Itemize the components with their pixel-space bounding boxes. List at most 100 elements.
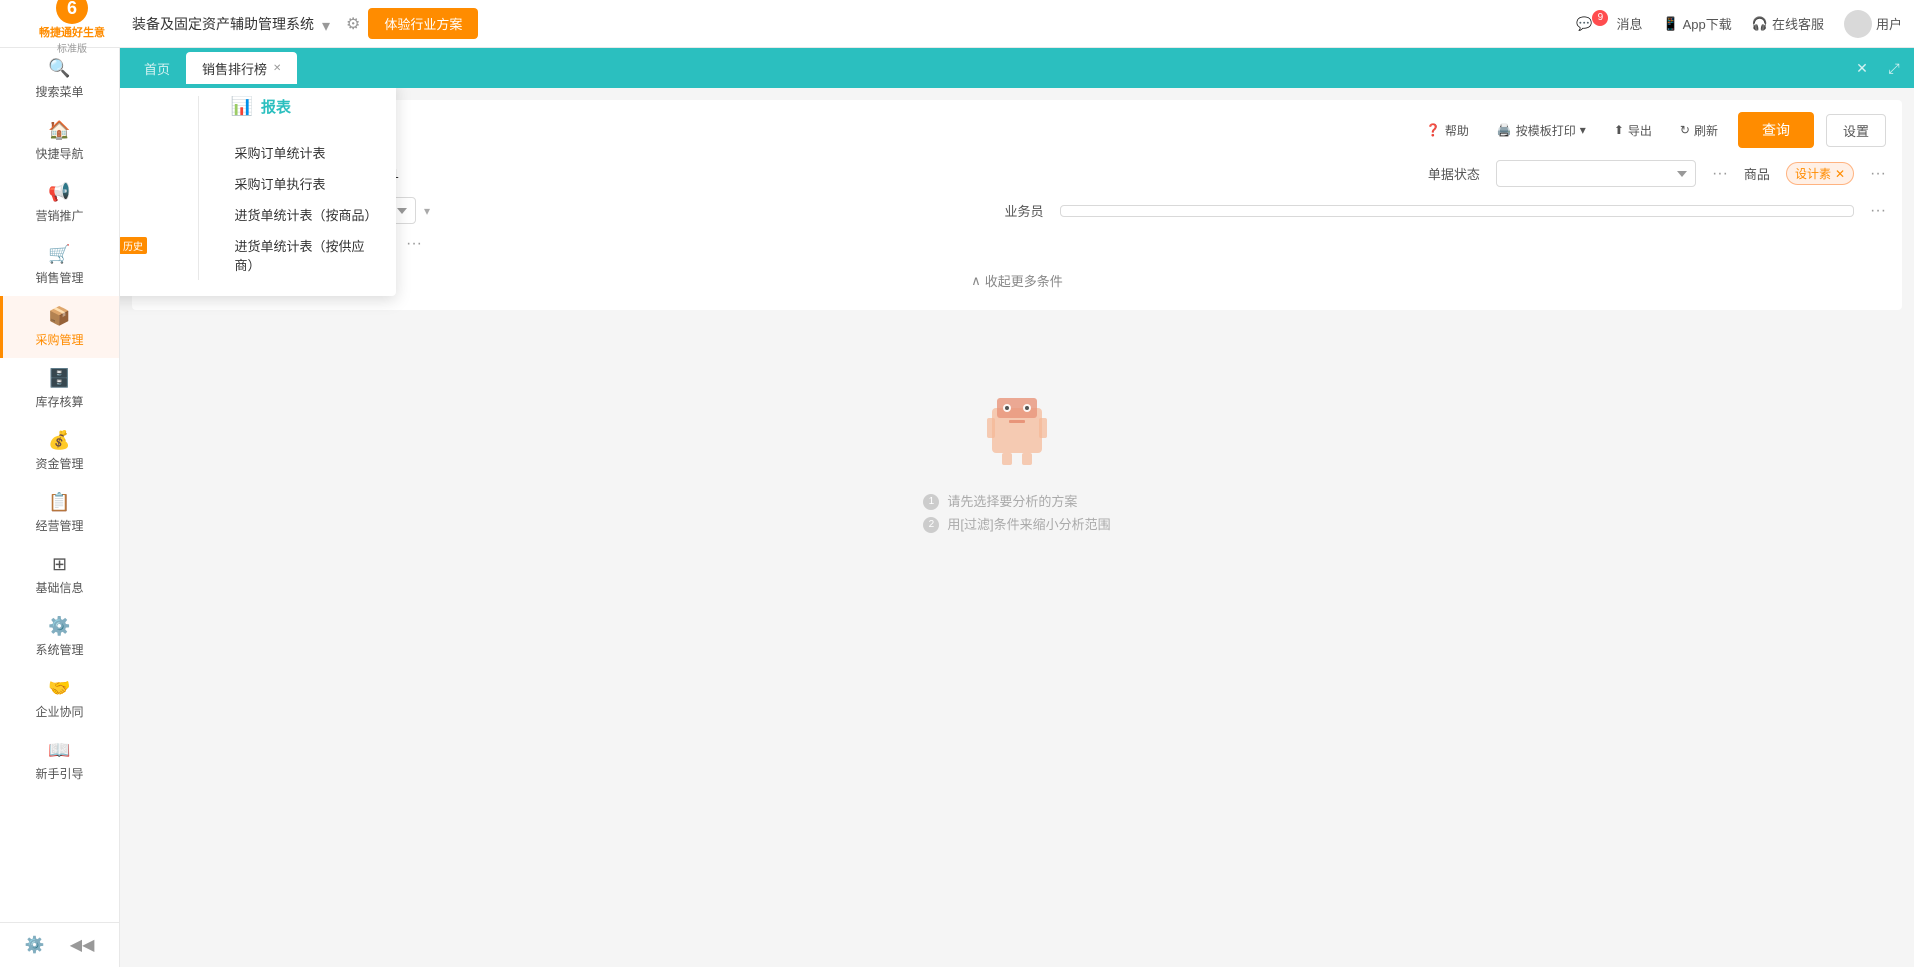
dropdown-item-po-exec[interactable]: 采购订单执行表 [231, 168, 381, 199]
dropdown-item-incoming-goods[interactable]: 进货单统计表（按商品） [231, 199, 381, 230]
filter-section: ❓ 帮助 🖨️ 按模板打印 ▾ ⬆ 导出 ↻ 刷新 [132, 100, 1902, 310]
sidebar-item-label: 资金管理 [35, 455, 83, 472]
tab-home[interactable]: 首页 [128, 52, 186, 84]
dropdown-columns: 🛒 采购业务 采购订单 历史 进货单 历史 进货退货 [120, 96, 380, 280]
help-btn[interactable]: ❓ 帮助 [1418, 118, 1477, 143]
sidebar-item-label: 营销推广 [35, 207, 83, 224]
footer-settings-icon[interactable]: ⚙️ [25, 935, 45, 955]
sidebar-item-operation[interactable]: 📋 经营管理 [0, 482, 119, 544]
message-action[interactable]: 💬 9 消息 [1576, 14, 1642, 33]
step-2-text: 用[过滤]条件来缩小分析范围 [947, 513, 1110, 536]
print-label: 按模板打印 [1516, 122, 1576, 139]
incoming-supplier-label: 进货单统计表（按供应商） [235, 236, 377, 274]
dropdown-item-po-stats[interactable]: 采购订单统计表 [231, 137, 381, 168]
top-header: 6 畅捷通好生意 标准版 装备及固定资产辅助管理系统 ▾ ⚙ 体验行业方案 💬 … [0, 0, 1914, 48]
finance-icon: 💰 [48, 430, 70, 451]
purchase-section: 🛒 采购业务 采购订单 历史 进货单 历史 进货退货 [120, 96, 166, 280]
operation-icon: 📋 [48, 492, 70, 513]
sidebar-item-label: 新手引导 [35, 765, 83, 782]
logo-icon: 6 [56, 0, 88, 24]
refresh-icon: ↻ [1680, 123, 1690, 137]
footer-collapse-icon[interactable]: ◀◀ [70, 935, 95, 955]
tag-close-icon[interactable]: ✕ [1835, 167, 1845, 181]
salesman-label: 业务员 [1005, 201, 1044, 220]
goods-label: 商品 [1744, 164, 1770, 183]
refresh-btn[interactable]: ↻ 刷新 [1672, 118, 1726, 143]
step-2: 2 用[过滤]条件来缩小分析范围 [923, 513, 1110, 536]
basic-icon: ⊞ [52, 554, 67, 575]
sidebar-item-label: 搜索菜单 [35, 83, 83, 100]
tab-close-all-icon[interactable]: ✕ [1850, 56, 1874, 80]
tab-home-label: 首页 [144, 59, 170, 78]
settings-icon[interactable]: ⚙ [346, 14, 360, 34]
app-download-action[interactable]: 📱 App下载 [1662, 14, 1731, 33]
settings-button[interactable]: 设置 [1826, 114, 1886, 147]
enterprise-icon: 🤝 [48, 678, 70, 699]
dropdown-item-purchase-incoming[interactable]: 进货单 历史 [120, 168, 166, 199]
empty-state: 1 请先选择要分析的方案 2 用[过滤]条件来缩小分析范围 [132, 318, 1902, 597]
print-icon: 🖨️ [1497, 123, 1512, 137]
purchase-icon: 📦 [48, 306, 70, 327]
system-title: 装备及固定资产辅助管理系统 [132, 14, 314, 34]
goods-tag-text: 设计素 [1795, 165, 1831, 182]
sidebar-item-system[interactable]: ⚙️ 系统管理 [0, 606, 119, 668]
query-button[interactable]: 查询 [1738, 112, 1814, 148]
print-btn[interactable]: 🖨️ 按模板打印 ▾ [1489, 118, 1594, 143]
step-1: 1 请先选择要分析的方案 [923, 490, 1110, 513]
user-action[interactable]: 用户 [1844, 10, 1902, 38]
customer-dots[interactable]: ··· [406, 235, 422, 253]
sidebar-item-marketing[interactable]: 📢 营销推广 [0, 172, 119, 234]
phone-icon: 📱 [1662, 16, 1678, 32]
export-btn[interactable]: ⬆ 导出 [1606, 118, 1660, 143]
logo-subtitle: 标准版 [57, 40, 87, 55]
toolbar-row: ❓ 帮助 🖨️ 按模板打印 ▾ ⬆ 导出 ↻ 刷新 [148, 112, 1886, 148]
dropdown-item-purchase-cost[interactable]: 采购费用分摊单 历史 [120, 230, 166, 261]
header-right: 💬 9 消息 📱 App下载 🎧 在线客服 用户 [1576, 10, 1902, 38]
status-dots[interactable]: ··· [1712, 165, 1728, 183]
page-content: 🛒 采购业务 采购订单 历史 进货单 历史 进货退货 [120, 88, 1914, 967]
sidebar-item-basic[interactable]: ⊞ 基础信息 [0, 544, 119, 606]
goods-dots[interactable]: ··· [1870, 165, 1886, 183]
refresh-label: 刷新 [1694, 122, 1718, 139]
sales-icon: 🛒 [48, 244, 70, 265]
tab-expand-icon[interactable]: ⤢ [1882, 56, 1906, 80]
sidebar-item-label: 基础信息 [35, 579, 83, 596]
sidebar-item-newbie[interactable]: 📖 新手引导 [0, 730, 119, 792]
sidebar-item-sales[interactable]: 🛒 销售管理 [0, 234, 119, 296]
message-badge: 9 [1592, 10, 1608, 26]
sidebar-item-finance[interactable]: 💰 资金管理 [0, 420, 119, 482]
sidebar-item-inventory[interactable]: 🗄️ 库存核算 [0, 358, 119, 420]
industry-button[interactable]: 体验行业方案 [368, 8, 478, 39]
purchase-dropdown-menu: 🛒 采购业务 采购订单 历史 进货单 历史 进货退货 [120, 88, 396, 296]
salesman-input[interactable] [1060, 205, 1855, 217]
dropdown-item-purchase-order[interactable]: 采购订单 历史 [120, 137, 166, 168]
incoming-goods-label: 进货单统计表（按商品） [235, 205, 377, 224]
status-select[interactable] [1496, 160, 1696, 187]
service-action[interactable]: 🎧 在线客服 [1752, 14, 1824, 33]
sidebar-item-quick[interactable]: 🏠 快捷导航 [0, 110, 119, 172]
collapse-label: 收起更多条件 [985, 271, 1063, 290]
inventory-icon: 🗄️ [48, 368, 70, 389]
sidebar-item-enterprise[interactable]: 🤝 企业协同 [0, 668, 119, 730]
sidebar-item-label: 采购管理 [35, 331, 83, 348]
sidebar-item-purchase[interactable]: 📦 采购管理 [0, 296, 119, 358]
dropdown-arrow-icon[interactable]: ▾ [322, 16, 338, 32]
message-icon: 💬 [1576, 16, 1592, 32]
dropdown-item-purchase-return[interactable]: 进货退货 [120, 199, 166, 230]
collapse-button[interactable]: ∧ 收起更多条件 [148, 263, 1886, 298]
dropdown-item-incoming-supplier[interactable]: 进货单统计表（按供应商） [231, 230, 381, 280]
salesman-dots[interactable]: ··· [1870, 202, 1886, 220]
sidebar-item-label: 销售管理 [35, 269, 83, 286]
tab-bar-right: ✕ ⤢ [1850, 56, 1906, 80]
step-1-text: 请先选择要分析的方案 [947, 490, 1077, 513]
report-section: 📊 报表 采购订单统计表 采购订单执行表 进货单统计表（按商品） [231, 96, 381, 280]
headset-icon: 🎧 [1752, 16, 1768, 32]
dropdown-divider [198, 96, 199, 280]
export-label: 导出 [1628, 122, 1652, 139]
sidebar-item-search[interactable]: 🔍 搜索菜单 [0, 48, 119, 110]
tab-sales-rank[interactable]: 销售排行榜 ✕ [186, 52, 297, 84]
tab-close-icon[interactable]: ✕ [273, 63, 281, 74]
sidebar-item-label: 经营管理 [35, 517, 83, 534]
service-label: 在线客服 [1772, 14, 1824, 33]
filter-row-1: 日期 近7天 更多 自定义 ～ 2024-12-31 单据状态 ··· 商品 设… [148, 160, 1886, 187]
